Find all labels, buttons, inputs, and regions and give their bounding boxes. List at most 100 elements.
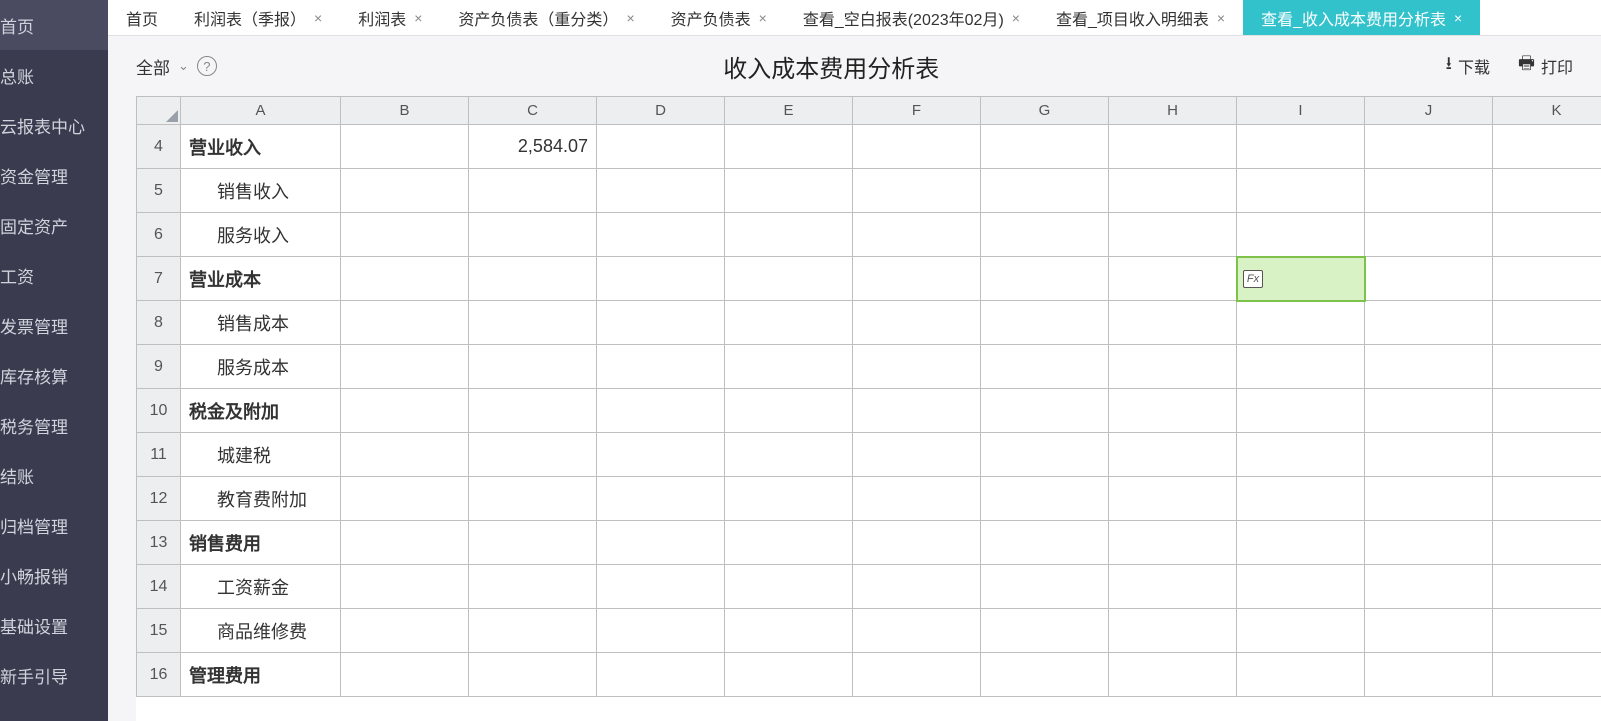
cell[interactable] [725, 477, 853, 521]
sidebar-item[interactable]: 归档管理 [0, 500, 108, 550]
close-icon[interactable]: × [1454, 10, 1462, 26]
cell[interactable] [1109, 433, 1237, 477]
cell[interactable] [725, 257, 853, 301]
cell[interactable] [341, 433, 469, 477]
cell[interactable] [469, 609, 597, 653]
cell[interactable] [469, 521, 597, 565]
cell[interactable] [1365, 653, 1493, 697]
cell[interactable] [853, 609, 981, 653]
cell[interactable] [597, 301, 725, 345]
cell[interactable] [1237, 653, 1365, 697]
sidebar-item[interactable]: 基础设置 [0, 600, 108, 650]
cell[interactable]: 营业收入 [181, 125, 341, 169]
cell[interactable] [725, 213, 853, 257]
sidebar-item[interactable]: 库存核算 [0, 350, 108, 400]
cell[interactable]: 税金及附加 [181, 389, 341, 433]
cell[interactable] [597, 521, 725, 565]
cell[interactable] [341, 257, 469, 301]
cell[interactable]: 营业成本 [181, 257, 341, 301]
cell[interactable] [1237, 301, 1365, 345]
cell[interactable] [981, 477, 1109, 521]
cell[interactable] [341, 301, 469, 345]
cell[interactable] [1493, 301, 1601, 345]
cell[interactable]: 销售收入 [181, 169, 341, 213]
cell[interactable] [469, 169, 597, 213]
cell[interactable] [853, 169, 981, 213]
cell[interactable] [1109, 565, 1237, 609]
sidebar-item[interactable]: 总账 [0, 50, 108, 100]
cell[interactable] [597, 213, 725, 257]
cell[interactable]: 工资薪金 [181, 565, 341, 609]
column-header[interactable]: G [981, 97, 1109, 125]
cell[interactable] [469, 653, 597, 697]
cell[interactable] [597, 653, 725, 697]
cell[interactable]: 服务收入 [181, 213, 341, 257]
cell[interactable]: 城建税 [181, 433, 341, 477]
column-header[interactable]: J [1365, 97, 1493, 125]
cell[interactable]: 2,584.07 [469, 125, 597, 169]
cell[interactable] [1493, 169, 1601, 213]
cell[interactable] [981, 389, 1109, 433]
cell[interactable] [725, 521, 853, 565]
column-header[interactable]: D [597, 97, 725, 125]
cell[interactable] [981, 257, 1109, 301]
cell[interactable] [981, 609, 1109, 653]
row-number[interactable]: 4 [137, 125, 181, 169]
cell[interactable] [597, 477, 725, 521]
close-icon[interactable]: × [414, 10, 422, 26]
cell[interactable] [1493, 345, 1601, 389]
row-number[interactable]: 12 [137, 477, 181, 521]
cell[interactable] [1109, 389, 1237, 433]
cell[interactable] [1365, 565, 1493, 609]
cell[interactable] [725, 169, 853, 213]
row-number[interactable]: 13 [137, 521, 181, 565]
cell[interactable] [981, 653, 1109, 697]
cell[interactable] [853, 389, 981, 433]
tab[interactable]: 查看_空白报表(2023年02月)× [785, 0, 1038, 35]
tab[interactable]: 利润表（季报）× [176, 0, 340, 35]
cell[interactable] [1493, 213, 1601, 257]
cell[interactable] [1109, 257, 1237, 301]
help-icon[interactable]: ? [197, 56, 217, 76]
cell[interactable] [1237, 521, 1365, 565]
cell[interactable] [341, 521, 469, 565]
cell[interactable] [853, 125, 981, 169]
cell[interactable] [981, 301, 1109, 345]
sidebar-item[interactable]: 首页 [0, 0, 108, 50]
sidebar-item[interactable]: 发票管理 [0, 300, 108, 350]
print-button[interactable]: 🖶 打印 [1518, 51, 1573, 81]
cell[interactable] [853, 433, 981, 477]
fx-icon[interactable]: Fx [1243, 270, 1263, 288]
cell[interactable] [1365, 125, 1493, 169]
cell[interactable] [1109, 213, 1237, 257]
cell[interactable] [597, 389, 725, 433]
cell[interactable] [853, 653, 981, 697]
cell[interactable] [1109, 521, 1237, 565]
cell[interactable] [1365, 477, 1493, 521]
sidebar-item[interactable]: 资金管理 [0, 150, 108, 200]
cell[interactable] [1109, 653, 1237, 697]
cell[interactable] [1237, 477, 1365, 521]
cell[interactable] [597, 609, 725, 653]
sidebar-item[interactable]: 新手引导 [0, 650, 108, 700]
cell[interactable] [597, 565, 725, 609]
cell[interactable] [469, 213, 597, 257]
cell[interactable] [725, 389, 853, 433]
cell[interactable] [981, 433, 1109, 477]
cell[interactable] [1109, 345, 1237, 389]
cell[interactable] [725, 433, 853, 477]
column-header[interactable]: H [1109, 97, 1237, 125]
cell[interactable] [341, 125, 469, 169]
cell[interactable] [469, 345, 597, 389]
cell[interactable] [1365, 213, 1493, 257]
cell[interactable] [469, 433, 597, 477]
cell[interactable] [597, 169, 725, 213]
cell[interactable] [981, 521, 1109, 565]
sidebar-item[interactable]: 工资 [0, 250, 108, 300]
tab[interactable]: 资产负债表× [653, 0, 785, 35]
cell[interactable] [341, 345, 469, 389]
cell[interactable] [1493, 389, 1601, 433]
close-icon[interactable]: × [1217, 10, 1225, 26]
cell[interactable] [1365, 345, 1493, 389]
close-icon[interactable]: × [1012, 10, 1020, 26]
